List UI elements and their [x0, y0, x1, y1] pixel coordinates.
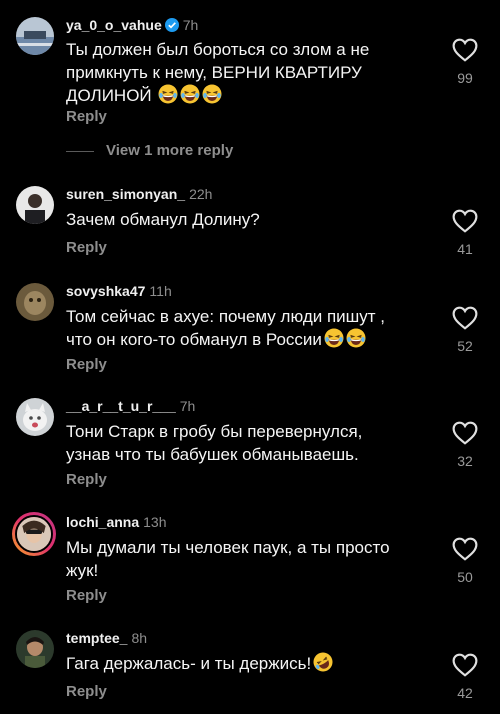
avatar[interactable] [16, 283, 54, 321]
verified-badge-icon [164, 18, 179, 35]
comment-text-line: примкнуть к нему, ВЕРНИ КВАРТИРУ [66, 63, 362, 82]
comment-text-fragment: что он кого-то обманул в России [66, 330, 322, 349]
comment-text-line: Зачем обманул Долину? [66, 210, 260, 229]
comment-header: temptee_ 8h [66, 630, 147, 646]
comment-text-line: Ты должен был бороться со злом а не [66, 40, 370, 59]
heart-icon[interactable] [452, 209, 478, 233]
laughing-tears-icon [346, 328, 366, 348]
comment-text: Гага держалась- и ты держись! [66, 652, 416, 675]
like-count: 41 [457, 241, 473, 257]
comment-text-line: Мы думали ты человек паук, а ты просто [66, 538, 390, 557]
comment-text-line: узнав что ты бабушек обманываешь. [66, 445, 359, 464]
comment-header: ya_0_o_vahue 7h [66, 17, 198, 35]
comment-text: Тони Старк в гробу бы перевернулся, узна… [66, 420, 416, 466]
comment-text-fragment: ДОЛИНОЙ [66, 86, 152, 105]
like-count: 50 [457, 569, 473, 585]
avatar[interactable] [16, 398, 54, 436]
reply-button[interactable]: Reply [66, 239, 107, 256]
avatar[interactable] [16, 630, 54, 668]
reply-button[interactable]: Reply [66, 587, 107, 604]
avatar [15, 515, 53, 553]
username[interactable]: lochi_anna [66, 514, 139, 530]
avatar-story-ring[interactable] [12, 512, 56, 556]
timestamp: 22h [189, 186, 213, 202]
like-count: 99 [457, 70, 473, 86]
username[interactable]: sovyshka47 [66, 283, 145, 299]
heart-icon[interactable] [452, 38, 478, 62]
laughing-tears-icon [180, 84, 200, 104]
username[interactable]: ya_0_o_vahue [66, 17, 162, 33]
like-count: 52 [457, 338, 473, 354]
comment-text: Том сейчас в ахуе: почему люди пишут , ч… [66, 305, 416, 351]
heart-icon[interactable] [452, 306, 478, 330]
username[interactable]: suren_simonyan_ [66, 186, 185, 202]
comment-text-fragment: Гага держалась- и ты держись! [66, 654, 312, 673]
like-count: 42 [457, 685, 473, 701]
comment-header: sovyshka47 11h [66, 283, 172, 299]
laughing-tears-icon [324, 328, 344, 348]
comment-text-line: Том сейчас в ахуе: почему люди пишут , [66, 307, 386, 326]
heart-icon[interactable] [452, 653, 478, 677]
laughing-tears-icon [202, 84, 222, 104]
comment-header: __a_r__t_u_r___ 7h [66, 398, 195, 414]
comment-text: Мы думали ты человек паук, а ты просто ж… [66, 536, 416, 582]
heart-icon[interactable] [452, 421, 478, 445]
comment-text-line: Тони Старк в гробу бы перевернулся, [66, 422, 363, 441]
comment-text-line: что он кого-то обманул в России [66, 328, 416, 351]
thread-divider [66, 151, 94, 152]
timestamp: 7h [179, 398, 196, 414]
avatar[interactable] [16, 17, 54, 55]
comment-text: Зачем обманул Долину? [66, 208, 416, 231]
timestamp: 11h [149, 283, 172, 299]
reply-button[interactable]: Reply [66, 356, 107, 373]
timestamp: 13h [143, 514, 167, 530]
reply-button[interactable]: Reply [66, 683, 107, 700]
rolling-laughing-icon [313, 652, 333, 672]
username[interactable]: temptee_ [66, 630, 127, 646]
like-count: 32 [457, 453, 473, 469]
comment-header: suren_simonyan_ 22h [66, 186, 212, 202]
reply-button[interactable]: Reply [66, 108, 107, 125]
comment-text-line: жук! [66, 561, 99, 580]
avatar[interactable] [16, 186, 54, 224]
heart-icon[interactable] [452, 537, 478, 561]
comment-text-line: Гага держалась- и ты держись! [66, 652, 416, 675]
comment-text-line: ДОЛИНОЙ [66, 84, 416, 107]
timestamp: 8h [131, 630, 148, 646]
comment-text: Ты должен был бороться со злом а не прим… [66, 38, 416, 107]
timestamp: 7h [182, 17, 199, 33]
laughing-tears-icon [158, 84, 178, 104]
comment-header: lochi_anna 13h [66, 514, 167, 530]
username[interactable]: __a_r__t_u_r___ [66, 398, 176, 414]
view-more-replies-button[interactable]: View 1 more reply [106, 142, 233, 159]
reply-button[interactable]: Reply [66, 471, 107, 488]
